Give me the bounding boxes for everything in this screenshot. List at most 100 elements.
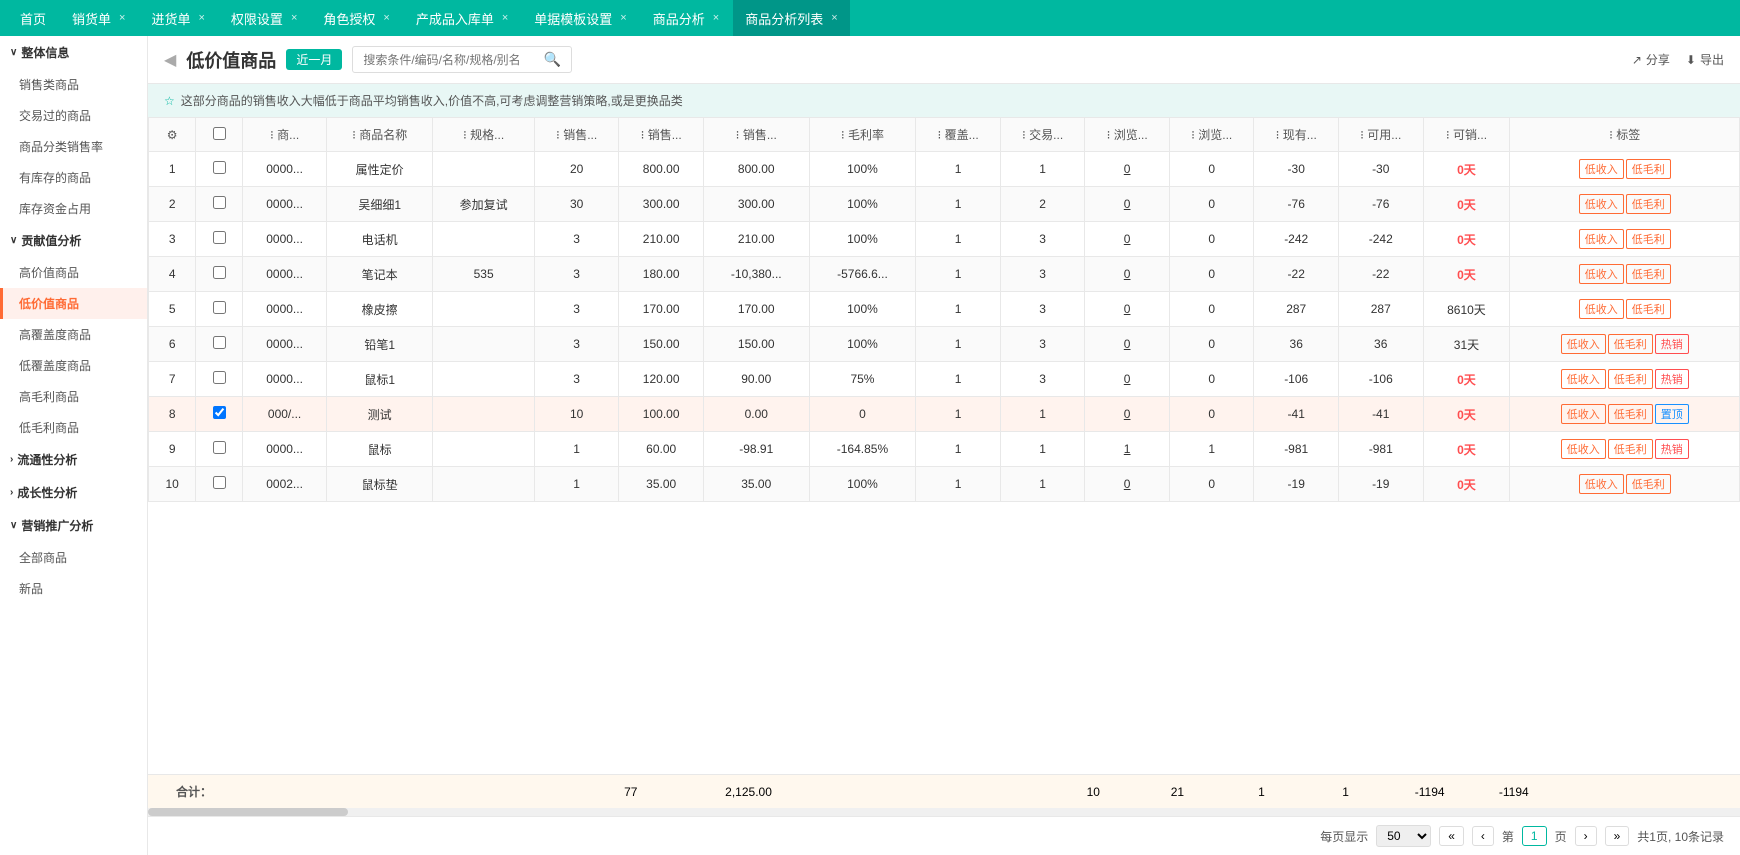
- col-header-sale_qty[interactable]: ⁝ 销售...: [534, 118, 619, 152]
- browse-link[interactable]: 1: [1124, 442, 1131, 456]
- search-input[interactable]: [363, 53, 538, 67]
- sidebar-item-低价值商品[interactable]: 低价值商品: [0, 288, 147, 319]
- nav-item-产成品入库单[interactable]: 产成品入库单×: [404, 0, 520, 36]
- col-header-sale_amount[interactable]: ⁝ 销售...: [619, 118, 704, 152]
- cell-checkbox[interactable]: [196, 292, 243, 327]
- row-checkbox[interactable]: [213, 406, 226, 419]
- sidebar-toggle[interactable]: ◀: [164, 50, 176, 70]
- col-header-name[interactable]: ⁝ 商品名称: [327, 118, 433, 152]
- sidebar-group-整体信息[interactable]: ∨整体信息: [0, 36, 147, 69]
- nav-item-销货单[interactable]: 销货单×: [60, 0, 137, 36]
- col-header-code[interactable]: ⁝ 商...: [243, 118, 327, 152]
- cell-browse1[interactable]: 0: [1085, 152, 1170, 187]
- nav-close-icon[interactable]: ×: [831, 12, 837, 24]
- page-size-select[interactable]: 50 100 200: [1376, 825, 1431, 847]
- table-wrapper[interactable]: ⚙⁝ 商...⁝ 商品名称⁝ 规格...⁝ 销售...⁝ 销售...⁝ 销售..…: [148, 117, 1740, 774]
- browse-link[interactable]: 0: [1124, 372, 1131, 386]
- nav-item-商品分析[interactable]: 商品分析×: [641, 0, 731, 36]
- filter-badge[interactable]: 近一月: [286, 49, 342, 70]
- nav-item-进货单[interactable]: 进货单×: [139, 0, 216, 36]
- cell-checkbox[interactable]: [196, 222, 243, 257]
- cell-browse1[interactable]: 0: [1085, 327, 1170, 362]
- col-header-browse1[interactable]: ⁝ 浏览...: [1085, 118, 1170, 152]
- col-header-settings[interactable]: ⚙: [149, 118, 196, 152]
- col-header-browse2[interactable]: ⁝ 浏览...: [1169, 118, 1254, 152]
- sidebar-group-贡献值分析[interactable]: ∨贡献值分析: [0, 224, 147, 257]
- browse-link[interactable]: 0: [1124, 302, 1131, 316]
- cell-checkbox[interactable]: [196, 432, 243, 467]
- col-header-current[interactable]: ⁝ 现有...: [1254, 118, 1339, 152]
- sidebar-item-高覆盖度商品[interactable]: 高覆盖度商品: [0, 319, 147, 350]
- sidebar-group-成长性分析[interactable]: ›成长性分析: [0, 476, 147, 509]
- row-checkbox[interactable]: [213, 266, 226, 279]
- scrollbar[interactable]: [148, 808, 1740, 816]
- nav-item-角色授权[interactable]: 角色授权×: [311, 0, 401, 36]
- cell-browse1[interactable]: 0: [1085, 397, 1170, 432]
- select-all-checkbox[interactable]: [213, 127, 226, 140]
- row-checkbox[interactable]: [213, 371, 226, 384]
- sidebar-item-库存资金占用[interactable]: 库存资金占用: [0, 193, 147, 224]
- cell-browse1[interactable]: 0: [1085, 187, 1170, 222]
- browse-link[interactable]: 0: [1124, 267, 1131, 281]
- cell-checkbox[interactable]: [196, 187, 243, 222]
- row-checkbox[interactable]: [213, 301, 226, 314]
- scrollbar-thumb[interactable]: [148, 808, 348, 816]
- row-checkbox[interactable]: [213, 231, 226, 244]
- cell-checkbox[interactable]: [196, 362, 243, 397]
- sidebar-group-营销推广分析[interactable]: ∨营销推广分析: [0, 509, 147, 542]
- sidebar-item-全部商品[interactable]: 全部商品: [0, 542, 147, 573]
- nav-close-icon[interactable]: ×: [383, 12, 389, 24]
- sidebar-item-新品[interactable]: 新品: [0, 573, 147, 604]
- sidebar-item-低覆盖度商品[interactable]: 低覆盖度商品: [0, 350, 147, 381]
- cell-checkbox[interactable]: [196, 467, 243, 502]
- cell-browse1[interactable]: 0: [1085, 362, 1170, 397]
- row-checkbox[interactable]: [213, 476, 226, 489]
- row-checkbox[interactable]: [213, 196, 226, 209]
- cell-browse1[interactable]: 0: [1085, 292, 1170, 327]
- cell-browse1[interactable]: 0: [1085, 222, 1170, 257]
- col-header-sale_price[interactable]: ⁝ 销售...: [703, 118, 809, 152]
- sidebar-item-高毛利商品[interactable]: 高毛利商品: [0, 381, 147, 412]
- last-page-button[interactable]: »: [1605, 826, 1630, 846]
- col-header-available[interactable]: ⁝ 可用...: [1338, 118, 1423, 152]
- sidebar-group-流通性分析[interactable]: ›流通性分析: [0, 443, 147, 476]
- col-header-spec[interactable]: ⁝ 规格...: [433, 118, 534, 152]
- cell-browse1[interactable]: 0: [1085, 467, 1170, 502]
- nav-close-icon[interactable]: ×: [198, 12, 204, 24]
- browse-link[interactable]: 0: [1124, 477, 1131, 491]
- nav-item-首页[interactable]: 首页: [8, 0, 58, 36]
- col-header-tags[interactable]: ⁝ 标签: [1510, 118, 1740, 152]
- nav-item-单据模板设置[interactable]: 单据模板设置×: [522, 0, 638, 36]
- col-header-margin[interactable]: ⁝ 毛利率: [809, 118, 916, 152]
- cell-checkbox[interactable]: [196, 327, 243, 362]
- cell-checkbox[interactable]: [196, 397, 243, 432]
- cell-browse1[interactable]: 0: [1085, 257, 1170, 292]
- export-button[interactable]: ⬇ 导出: [1686, 51, 1724, 68]
- sidebar-item-有库存的商品[interactable]: 有库存的商品: [0, 162, 147, 193]
- col-header-trade[interactable]: ⁝ 交易...: [1000, 118, 1085, 152]
- sidebar-item-商品分类销售率[interactable]: 商品分类销售率: [0, 131, 147, 162]
- col-header-coverage[interactable]: ⁝ 覆盖...: [916, 118, 1001, 152]
- browse-link[interactable]: 0: [1124, 162, 1131, 176]
- nav-close-icon[interactable]: ×: [119, 12, 125, 24]
- sidebar-item-销售类商品[interactable]: 销售类商品: [0, 69, 147, 100]
- share-button[interactable]: ↗ 分享: [1632, 51, 1670, 68]
- cell-browse1[interactable]: 1: [1085, 432, 1170, 467]
- col-header-checkbox[interactable]: [196, 118, 243, 152]
- nav-close-icon[interactable]: ×: [713, 12, 719, 24]
- sidebar-item-交易过的商品[interactable]: 交易过的商品: [0, 100, 147, 131]
- cell-checkbox[interactable]: [196, 257, 243, 292]
- nav-item-权限设置[interactable]: 权限设置×: [219, 0, 309, 36]
- browse-link[interactable]: 0: [1124, 197, 1131, 211]
- next-page-button[interactable]: ›: [1575, 826, 1597, 846]
- first-page-button[interactable]: «: [1439, 826, 1464, 846]
- nav-close-icon[interactable]: ×: [620, 12, 626, 24]
- nav-close-icon[interactable]: ×: [502, 12, 508, 24]
- browse-link[interactable]: 0: [1124, 407, 1131, 421]
- browse-link[interactable]: 0: [1124, 232, 1131, 246]
- nav-item-商品分析列表[interactable]: 商品分析列表×: [733, 0, 849, 36]
- browse-link[interactable]: 0: [1124, 337, 1131, 351]
- sidebar-item-低毛利商品[interactable]: 低毛利商品: [0, 412, 147, 443]
- sidebar-item-高价值商品[interactable]: 高价值商品: [0, 257, 147, 288]
- prev-page-button[interactable]: ‹: [1472, 826, 1494, 846]
